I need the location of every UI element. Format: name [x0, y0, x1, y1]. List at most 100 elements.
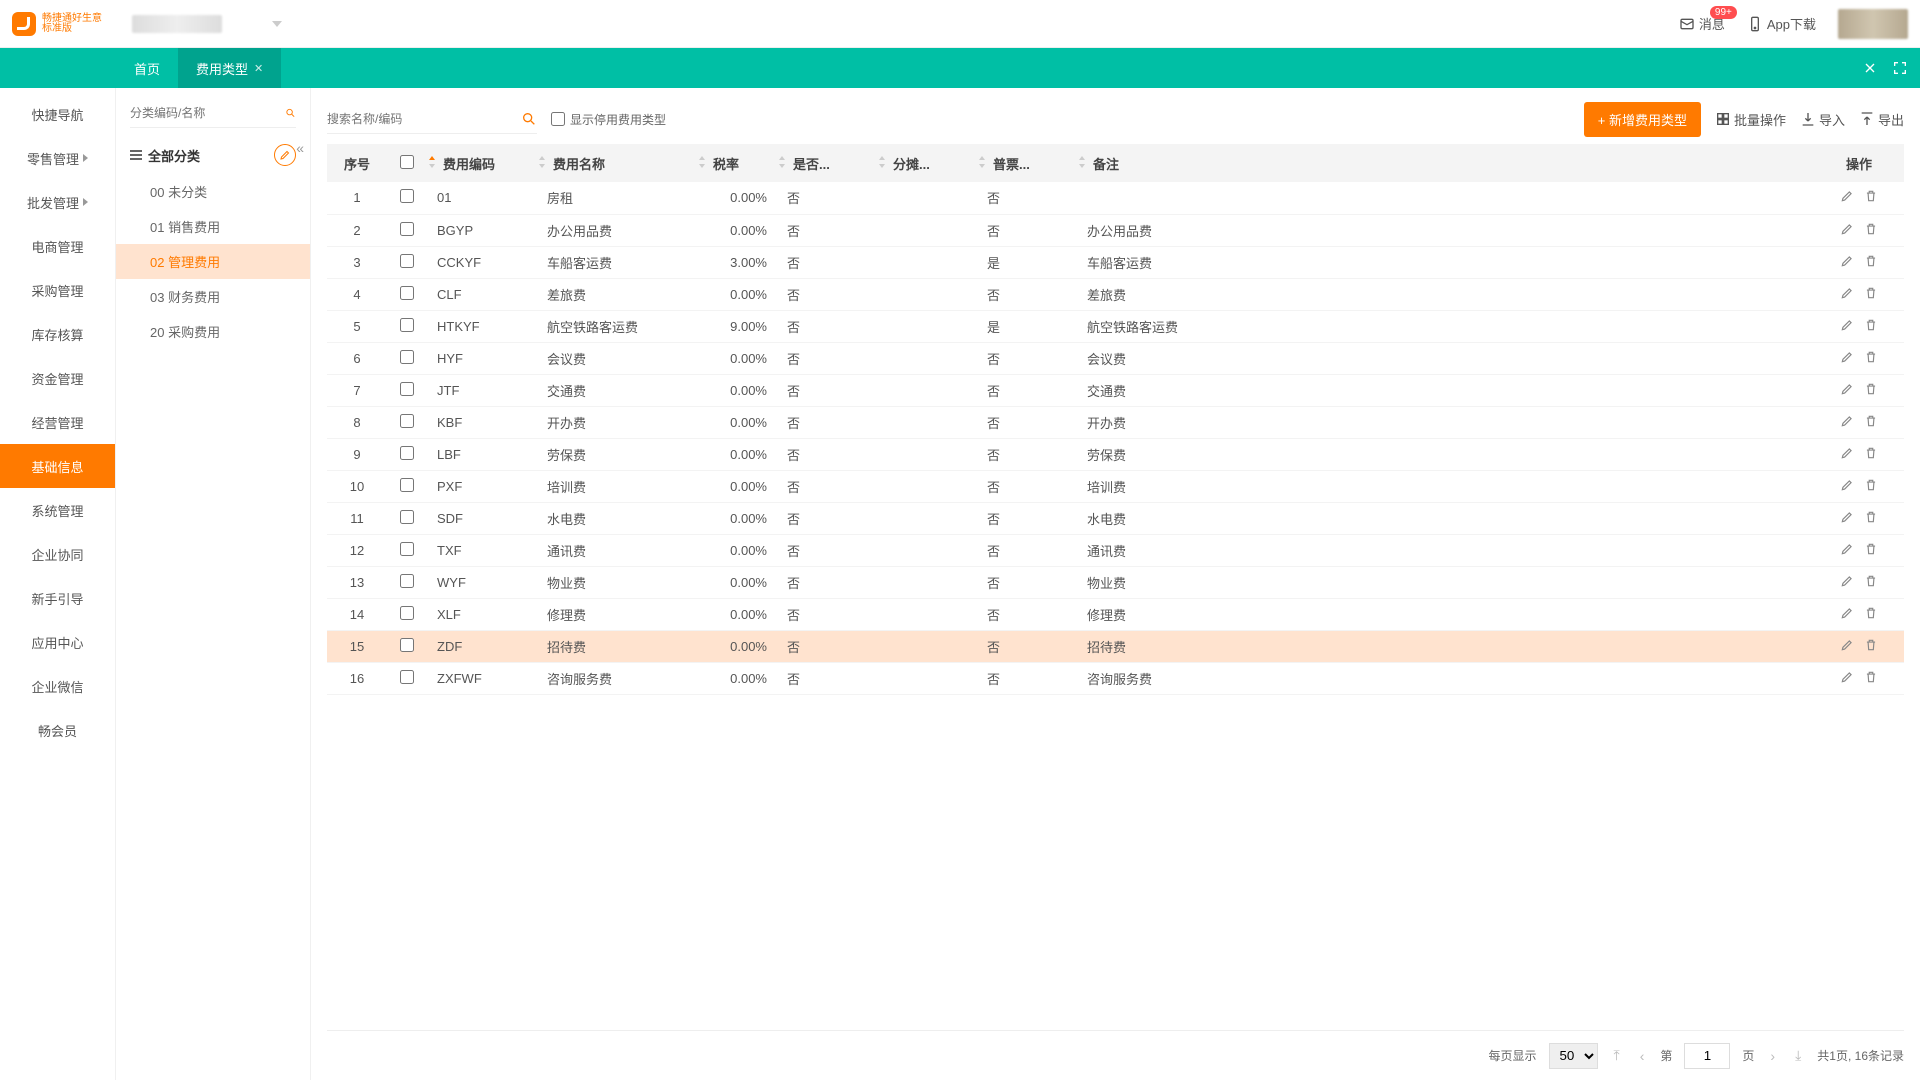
- new-fee-type-button[interactable]: + 新增费用类型: [1584, 102, 1701, 137]
- table-row[interactable]: 9LBF劳保费0.00%否否劳保费: [327, 438, 1904, 470]
- delete-row-button[interactable]: [1864, 670, 1878, 687]
- sidemenu-item[interactable]: 企业微信: [0, 664, 115, 708]
- sidemenu-item[interactable]: 畅会员: [0, 708, 115, 752]
- edit-row-button[interactable]: [1840, 189, 1854, 206]
- row-checkbox[interactable]: [400, 670, 414, 684]
- row-checkbox[interactable]: [400, 318, 414, 332]
- edit-row-button[interactable]: [1840, 222, 1854, 239]
- close-all-icon[interactable]: [1862, 60, 1878, 76]
- delete-row-button[interactable]: [1864, 318, 1878, 335]
- sidemenu-item[interactable]: 应用中心: [0, 620, 115, 664]
- show-disabled-checkbox[interactable]: 显示停用费用类型: [551, 111, 666, 128]
- table-row[interactable]: 7JTF交通费0.00%否否交通费: [327, 374, 1904, 406]
- edit-row-button[interactable]: [1840, 542, 1854, 559]
- company-selector[interactable]: [132, 15, 282, 33]
- category-search-input[interactable]: [130, 106, 285, 120]
- row-checkbox[interactable]: [400, 638, 414, 652]
- table-row[interactable]: 14XLF修理费0.00%否否修理费: [327, 598, 1904, 630]
- delete-row-button[interactable]: [1864, 382, 1878, 399]
- edit-row-button[interactable]: [1840, 478, 1854, 495]
- category-item[interactable]: 01 销售费用: [116, 209, 310, 244]
- delete-row-button[interactable]: [1864, 542, 1878, 559]
- delete-row-button[interactable]: [1864, 574, 1878, 591]
- col-rate[interactable]: 税率: [697, 144, 777, 182]
- row-checkbox[interactable]: [400, 189, 414, 203]
- col-seq[interactable]: 序号: [327, 144, 387, 182]
- col-ticket[interactable]: 普票...: [977, 144, 1077, 182]
- row-checkbox[interactable]: [400, 574, 414, 588]
- delete-row-button[interactable]: [1864, 638, 1878, 655]
- table-row[interactable]: 2BGYP办公用品费0.00%否否办公用品费: [327, 214, 1904, 246]
- table-row[interactable]: 8KBF开办费0.00%否否开办费: [327, 406, 1904, 438]
- table-row[interactable]: 12TXF通讯费0.00%否否通讯费: [327, 534, 1904, 566]
- row-checkbox[interactable]: [400, 510, 414, 524]
- tab[interactable]: 首页: [116, 48, 178, 88]
- table-row[interactable]: 4CLF差旅费0.00%否否差旅费: [327, 278, 1904, 310]
- row-checkbox[interactable]: [400, 382, 414, 396]
- row-checkbox[interactable]: [400, 478, 414, 492]
- export-button[interactable]: 导出: [1859, 110, 1904, 129]
- edit-row-button[interactable]: [1840, 638, 1854, 655]
- sidemenu-item[interactable]: 快捷导航: [0, 92, 115, 136]
- next-page-button[interactable]: ›: [1766, 1048, 1779, 1064]
- search-icon[interactable]: [285, 105, 296, 121]
- category-item[interactable]: 03 财务费用: [116, 279, 310, 314]
- edit-row-button[interactable]: [1840, 446, 1854, 463]
- edit-row-button[interactable]: [1840, 318, 1854, 335]
- edit-row-button[interactable]: [1840, 382, 1854, 399]
- delete-row-button[interactable]: [1864, 222, 1878, 239]
- sidemenu-item[interactable]: 系统管理: [0, 488, 115, 532]
- delete-row-button[interactable]: [1864, 189, 1878, 206]
- sidemenu-item[interactable]: 批发管理: [0, 180, 115, 224]
- select-all-checkbox[interactable]: [400, 155, 414, 169]
- sidemenu-item[interactable]: 零售管理: [0, 136, 115, 180]
- import-button[interactable]: 导入: [1800, 110, 1845, 129]
- delete-row-button[interactable]: [1864, 414, 1878, 431]
- show-disabled-input[interactable]: [551, 112, 565, 126]
- tab-close-icon[interactable]: ✕: [254, 62, 263, 75]
- first-page-button[interactable]: ⤒: [1610, 1047, 1624, 1064]
- batch-ops-button[interactable]: 批量操作: [1715, 110, 1786, 129]
- per-page-select[interactable]: 50: [1549, 1043, 1598, 1069]
- category-item[interactable]: 02 管理费用: [116, 244, 310, 279]
- edit-row-button[interactable]: [1840, 286, 1854, 303]
- category-item[interactable]: 00 未分类: [116, 174, 310, 209]
- edit-row-button[interactable]: [1840, 574, 1854, 591]
- last-page-button[interactable]: ⤓: [1791, 1047, 1805, 1064]
- category-item[interactable]: 20 采购费用: [116, 314, 310, 349]
- table-row[interactable]: 13WYF物业费0.00%否否物业费: [327, 566, 1904, 598]
- row-checkbox[interactable]: [400, 414, 414, 428]
- app-download-link[interactable]: App下载: [1747, 14, 1816, 33]
- delete-row-button[interactable]: [1864, 254, 1878, 271]
- table-row[interactable]: 10PXF培训费0.00%否否培训费: [327, 470, 1904, 502]
- sidemenu-item[interactable]: 库存核算: [0, 312, 115, 356]
- table-row[interactable]: 15ZDF招待费0.00%否否招待费: [327, 630, 1904, 662]
- delete-row-button[interactable]: [1864, 510, 1878, 527]
- edit-row-button[interactable]: [1840, 510, 1854, 527]
- edit-categories-button[interactable]: [274, 144, 296, 166]
- sidemenu-item[interactable]: 经营管理: [0, 400, 115, 444]
- collapse-panel-button[interactable]: «: [296, 140, 304, 156]
- edit-row-button[interactable]: [1840, 606, 1854, 623]
- table-row[interactable]: 101房租0.00%否否: [327, 182, 1904, 214]
- delete-row-button[interactable]: [1864, 478, 1878, 495]
- row-checkbox[interactable]: [400, 350, 414, 364]
- user-avatar-redacted[interactable]: [1838, 9, 1908, 39]
- sidemenu-item[interactable]: 资金管理: [0, 356, 115, 400]
- table-row[interactable]: 16ZXFWF咨询服务费0.00%否否咨询服务费: [327, 662, 1904, 694]
- delete-row-button[interactable]: [1864, 286, 1878, 303]
- fullscreen-icon[interactable]: [1892, 60, 1908, 76]
- row-checkbox[interactable]: [400, 446, 414, 460]
- table-row[interactable]: 3CCKYF车船客运费3.00%否是车船客运费: [327, 246, 1904, 278]
- row-checkbox[interactable]: [400, 286, 414, 300]
- row-checkbox[interactable]: [400, 222, 414, 236]
- col-remark[interactable]: 备注: [1077, 144, 1814, 182]
- delete-row-button[interactable]: [1864, 606, 1878, 623]
- prev-page-button[interactable]: ‹: [1636, 1048, 1649, 1064]
- sidemenu-item[interactable]: 基础信息: [0, 444, 115, 488]
- page-input[interactable]: [1684, 1043, 1730, 1069]
- row-checkbox[interactable]: [400, 606, 414, 620]
- delete-row-button[interactable]: [1864, 446, 1878, 463]
- sidemenu-item[interactable]: 采购管理: [0, 268, 115, 312]
- row-checkbox[interactable]: [400, 542, 414, 556]
